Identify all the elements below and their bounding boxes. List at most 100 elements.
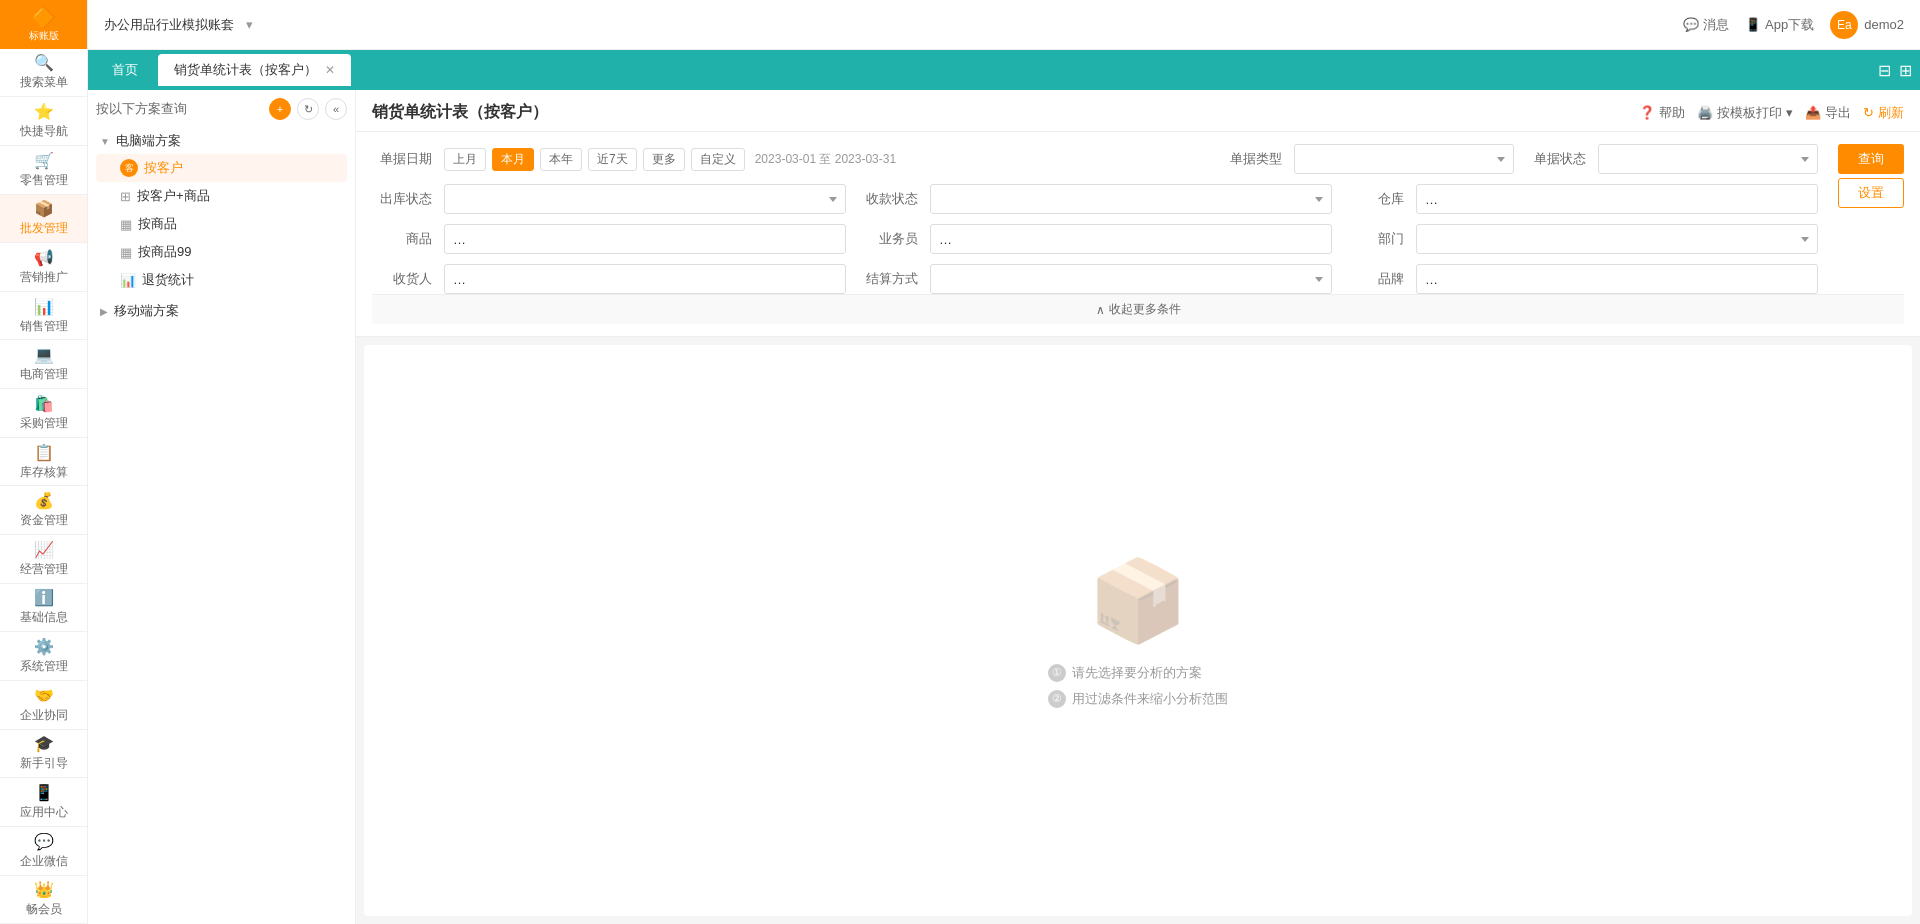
- wholesale-icon: 📦: [34, 199, 54, 218]
- sidebar-item-basic-info[interactable]: ℹ️ 基础信息: [0, 584, 87, 633]
- sidebar-item-ecommerce-label: 电商管理: [20, 366, 68, 383]
- enterprise-wechat-icon: 💬: [34, 832, 54, 851]
- filter-row-3: 商品 … 业务员 … 部门: [372, 224, 1818, 254]
- sidebar-item-marketing[interactable]: 📢 营销推广: [0, 243, 87, 292]
- salesperson-dots: …: [939, 232, 952, 247]
- template-print-dropdown-icon: ▾: [1786, 105, 1793, 120]
- tree-section: ▼ 电脑端方案 客 按客户 ⊞ 按客户+商品 ▦ 按商品 ▦ 按商品99: [96, 128, 347, 324]
- sidebar-item-quick-nav[interactable]: ⭐ 快捷导航: [0, 97, 87, 146]
- empty-hint-text-2: 用过滤条件来缩小分析范围: [1072, 690, 1228, 708]
- sidebar-item-retail[interactable]: 🛒 零售管理: [0, 146, 87, 195]
- settings-button[interactable]: 设置: [1838, 178, 1904, 208]
- app-name-dropdown-icon[interactable]: ▾: [246, 17, 253, 32]
- sidebar-item-member[interactable]: 👑 畅会员: [0, 876, 87, 925]
- tab-home-label: 首页: [112, 61, 138, 79]
- query-button[interactable]: 查询: [1838, 144, 1904, 174]
- message-btn[interactable]: 💬 消息: [1683, 16, 1729, 34]
- by-goods-label: 按商品: [138, 215, 177, 233]
- basic-info-icon: ℹ️: [34, 588, 54, 607]
- sidebar-item-search-menu[interactable]: 🔍 搜索菜单: [0, 49, 87, 98]
- app-logo: 🔶 标账版: [0, 0, 87, 49]
- goods-label: 商品: [372, 230, 432, 248]
- left-panel-icons: + ↻ «: [269, 98, 347, 120]
- sidebar-item-enterprise-wechat[interactable]: 💬 企业微信: [0, 827, 87, 876]
- help-btn[interactable]: ❓ 帮助: [1639, 104, 1685, 122]
- filter-row-1: 单据日期 上月 本月 本年 近7天 更多 自定义 2023-03-01 至 20…: [372, 144, 1818, 174]
- left-panel-header: 按以下方案查询 + ↻ «: [96, 98, 347, 120]
- sidebar-item-system[interactable]: ⚙️ 系统管理: [0, 632, 87, 681]
- username: demo2: [1864, 17, 1904, 32]
- app-download-btn[interactable]: 📱 App下载: [1745, 16, 1814, 34]
- tree-child-by-goods[interactable]: ▦ 按商品: [96, 210, 347, 238]
- add-scheme-btn[interactable]: +: [269, 98, 291, 120]
- hint-num-2: ②: [1048, 690, 1066, 708]
- brand-dots: …: [1425, 272, 1438, 287]
- date-btn-7days[interactable]: 近7天: [588, 148, 637, 171]
- refresh-btn[interactable]: ↻ 刷新: [1863, 104, 1904, 122]
- sidebar-item-purchase[interactable]: 🛍️ 采购管理: [0, 389, 87, 438]
- out-status-select[interactable]: [444, 184, 846, 214]
- collapse-up-icon: ∧: [1096, 303, 1105, 317]
- tree-desktop-parent[interactable]: ▼ 电脑端方案: [96, 128, 347, 154]
- window-restore-btn[interactable]: ⊟: [1878, 61, 1891, 80]
- header-left: 办公用品行业模拟账套 ▾: [104, 16, 253, 34]
- export-btn[interactable]: 📤 导出: [1805, 104, 1851, 122]
- app-center-icon: 📱: [34, 783, 54, 802]
- collapse-bar[interactable]: ∧ 收起更多条件: [372, 294, 1904, 324]
- salesperson-select[interactable]: …: [930, 224, 1332, 254]
- brand-select[interactable]: …: [1416, 264, 1818, 294]
- refresh-scheme-btn[interactable]: ↻: [297, 98, 319, 120]
- sidebar-item-enterprise-collab[interactable]: 🤝 企业协同: [0, 681, 87, 730]
- page-actions: ❓ 帮助 🖨️ 按模板打印 ▾ 📤 导出 ↻ 刷新: [1639, 104, 1904, 122]
- sidebar-item-ecommerce[interactable]: 💻 电商管理: [0, 340, 87, 389]
- template-print-btn[interactable]: 🖨️ 按模板打印 ▾: [1697, 104, 1793, 122]
- message-label: 消息: [1703, 16, 1729, 34]
- date-btn-this-month[interactable]: 本月: [492, 148, 534, 171]
- logo-text: 标账版: [29, 29, 59, 43]
- tab-home[interactable]: 首页: [96, 54, 154, 86]
- sidebar-item-sales-label: 销售管理: [20, 318, 68, 335]
- filter-main-row: 单据日期 上月 本月 本年 近7天 更多 自定义 2023-03-01 至 20…: [372, 144, 1904, 294]
- by-goods-icon: ▦: [120, 217, 132, 232]
- doc-status-select[interactable]: [1598, 144, 1818, 174]
- tab-sales-stat[interactable]: 销货单统计表（按客户） ✕: [158, 54, 351, 86]
- tree-child-by-goods99[interactable]: ▦ 按商品99: [96, 238, 347, 266]
- collapse-panel-btn[interactable]: «: [325, 98, 347, 120]
- sidebar-item-basic-info-label: 基础信息: [20, 609, 68, 626]
- payment-method-select[interactable]: [930, 264, 1332, 294]
- window-maximize-btn[interactable]: ⊞: [1899, 61, 1912, 80]
- sidebar-item-operations[interactable]: 📈 经营管理: [0, 535, 87, 584]
- sidebar-item-inventory[interactable]: 📋 库存核算: [0, 438, 87, 487]
- sidebar-item-new-guide[interactable]: 🎓 新手引导: [0, 730, 87, 779]
- sidebar-item-quick-nav-label: 快捷导航: [20, 123, 68, 140]
- sidebar-item-sales[interactable]: 📊 销售管理: [0, 292, 87, 341]
- sidebar-item-finance[interactable]: 💰 资金管理: [0, 486, 87, 535]
- sidebar-item-wholesale[interactable]: 📦 批发管理: [0, 195, 87, 244]
- date-btn-more[interactable]: 更多: [643, 148, 685, 171]
- collect-status-select[interactable]: [930, 184, 1332, 214]
- refresh-label: 刷新: [1878, 104, 1904, 122]
- empty-hint: ① 请先选择要分析的方案 ② 用过滤条件来缩小分析范围: [1048, 664, 1228, 708]
- date-range-display: 2023-03-01 至 2023-03-31: [755, 151, 896, 168]
- tab-close-icon[interactable]: ✕: [325, 63, 335, 77]
- department-select[interactable]: [1416, 224, 1818, 254]
- tree-child-by-customer-goods[interactable]: ⊞ 按客户+商品: [96, 182, 347, 210]
- goods-select[interactable]: …: [444, 224, 846, 254]
- receiver-select[interactable]: …: [444, 264, 846, 294]
- date-btn-custom[interactable]: 自定义: [691, 148, 745, 171]
- sidebar-item-app-center[interactable]: 📱 应用中心: [0, 778, 87, 827]
- tree-child-return-stats[interactable]: 📊 退货统计: [96, 266, 347, 294]
- warehouse-label: 仓库: [1344, 190, 1404, 208]
- sidebar-item-marketing-label: 营销推广: [20, 269, 68, 286]
- app-download-icon: 📱: [1745, 17, 1761, 32]
- sidebar-item-search-menu-label: 搜索菜单: [20, 74, 68, 91]
- tree-child-by-customer[interactable]: 客 按客户: [96, 154, 347, 182]
- date-btn-this-year[interactable]: 本年: [540, 148, 582, 171]
- doc-type-select[interactable]: [1294, 144, 1514, 174]
- empty-state: 📦 ① 请先选择要分析的方案 ② 用过滤条件来缩小分析范围: [364, 345, 1912, 916]
- date-btn-last-month[interactable]: 上月: [444, 148, 486, 171]
- warehouse-select[interactable]: …: [1416, 184, 1818, 214]
- right-panel: 销货单统计表（按客户） ❓ 帮助 🖨️ 按模板打印 ▾ 📤 导出: [356, 90, 1920, 924]
- tree-mobile-parent[interactable]: ▶ 移动端方案: [96, 298, 347, 324]
- user-area[interactable]: Ea demo2: [1830, 11, 1904, 39]
